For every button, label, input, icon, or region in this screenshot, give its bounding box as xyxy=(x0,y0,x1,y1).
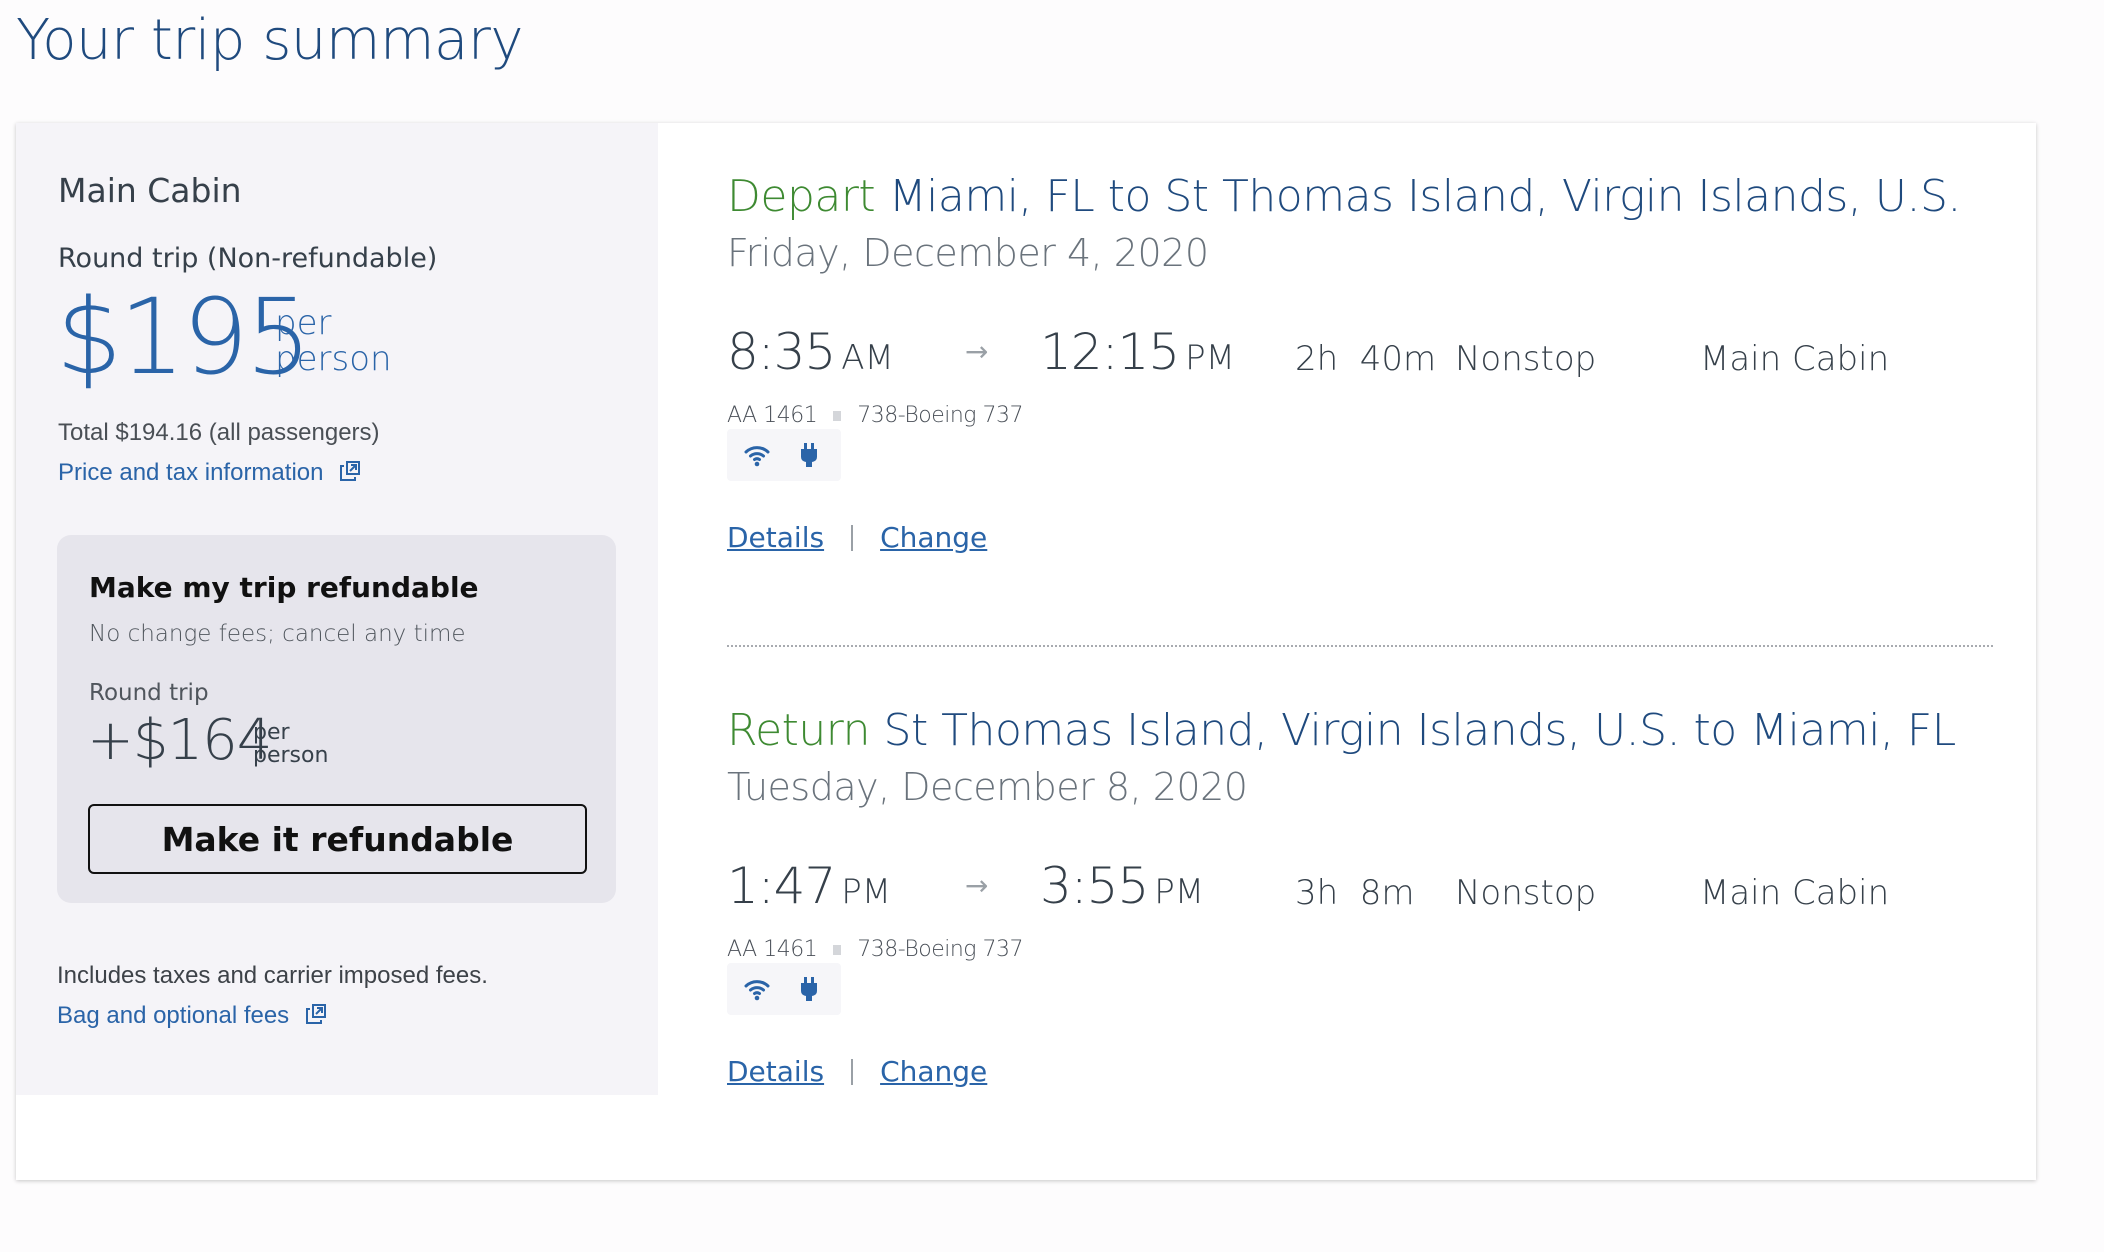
details-link[interactable]: Details xyxy=(727,1055,824,1088)
refundable-unit-per: per xyxy=(253,720,290,745)
price-tax-info-label: Price and tax information xyxy=(58,459,324,486)
wifi-icon xyxy=(744,980,770,1001)
flight-info: AA 1461 738-Boeing 737 xyxy=(727,937,1023,962)
amenities-box xyxy=(727,429,841,481)
external-link-icon xyxy=(305,1004,326,1024)
segment-date: Friday, December 4, 2020 xyxy=(727,231,1209,275)
aircraft-type: 738-Boeing 737 xyxy=(857,403,1023,428)
segment-links: Details Change xyxy=(727,1055,987,1088)
price-unit: per person xyxy=(275,305,392,377)
separator xyxy=(833,945,842,955)
departure-time-value: 1:47 xyxy=(727,857,836,915)
separator xyxy=(833,411,842,421)
segment-heading: Depart Miami, FL to St Thomas Island, Vi… xyxy=(727,171,1961,222)
segment-direction: Return xyxy=(727,705,871,756)
amenities-box xyxy=(727,963,841,1015)
departure-time: 1:47 PM xyxy=(727,857,891,915)
arrow-right-icon: → xyxy=(965,869,989,902)
power-outlet-icon xyxy=(801,443,817,467)
includes-fees-note: Includes taxes and carrier imposed fees. xyxy=(57,962,488,989)
link-separator xyxy=(851,1059,854,1085)
flight-info: AA 1461 738-Boeing 737 xyxy=(727,403,1023,428)
segment-direction: Depart xyxy=(727,171,876,222)
flight-stops: Nonstop xyxy=(1455,873,1597,913)
price-per-person: $195 xyxy=(56,276,312,398)
wifi-icon xyxy=(744,446,770,467)
price-tax-info-link[interactable]: Price and tax information xyxy=(58,459,362,487)
price-unit-per: per xyxy=(275,303,332,343)
arrival-time-value: 12:15 xyxy=(1040,323,1180,381)
flight-cabin: Main Cabin xyxy=(1700,339,1890,379)
refundable-price: +$164 xyxy=(87,708,272,773)
fare-summary-panel: Main Cabin Round trip (Non-refundable) $… xyxy=(16,123,658,1095)
refundable-price-unit: per person xyxy=(253,721,328,767)
refundable-title: Make my trip refundable xyxy=(89,571,479,604)
page-title: Your trip summary xyxy=(16,8,523,73)
arrival-ampm: PM xyxy=(1185,338,1235,378)
link-separator xyxy=(851,525,854,551)
external-link-icon xyxy=(340,461,361,481)
segment-heading: Return St Thomas Island, Virgin Islands,… xyxy=(727,705,1956,756)
change-link[interactable]: Change xyxy=(880,521,987,554)
segment-route: Miami, FL to St Thomas Island, Virgin Is… xyxy=(888,171,1962,222)
make-refundable-button[interactable]: Make it refundable xyxy=(88,804,587,874)
departure-ampm: AM xyxy=(841,338,894,378)
total-price: Total $194.16 (all passengers) xyxy=(58,419,380,446)
fare-type-label: Round trip (Non-refundable) xyxy=(58,243,438,274)
segment-divider xyxy=(727,645,1993,647)
flight-duration: 2h 40m xyxy=(1295,339,1437,379)
arrival-time-value: 3:55 xyxy=(1040,857,1149,915)
details-link[interactable]: Details xyxy=(727,521,824,554)
fare-cabin-label: Main Cabin xyxy=(58,171,242,210)
refundable-trip-type: Round trip xyxy=(89,680,209,706)
refundable-subtitle: No change fees; cancel any time xyxy=(89,621,466,647)
change-link[interactable]: Change xyxy=(880,1055,987,1088)
arrow-right-icon: → xyxy=(965,335,989,368)
flight-number: AA 1461 xyxy=(727,937,818,962)
segment-route: St Thomas Island, Virgin Islands, U.S. t… xyxy=(883,705,1957,756)
bag-fees-link[interactable]: Bag and optional fees xyxy=(57,1002,328,1030)
segment-links: Details Change xyxy=(727,521,987,554)
refundable-upsell-box: Make my trip refundable No change fees; … xyxy=(57,535,616,903)
trip-summary-card: Main Cabin Round trip (Non-refundable) $… xyxy=(16,123,2036,1180)
flight-cabin: Main Cabin xyxy=(1700,873,1890,913)
aircraft-type: 738-Boeing 737 xyxy=(857,937,1023,962)
bag-fees-label: Bag and optional fees xyxy=(57,1002,290,1029)
price-unit-person: person xyxy=(275,339,392,379)
refundable-unit-person: person xyxy=(253,743,329,768)
departure-ampm: PM xyxy=(841,872,892,912)
flight-stops: Nonstop xyxy=(1455,339,1597,379)
arrival-time: 3:55 PM xyxy=(1040,857,1204,915)
flight-number: AA 1461 xyxy=(727,403,818,428)
arrival-time: 12:15 PM xyxy=(1040,323,1235,381)
arrival-ampm: PM xyxy=(1154,872,1205,912)
departure-time-value: 8:35 xyxy=(727,323,836,381)
power-outlet-icon xyxy=(801,977,817,1001)
departure-time: 8:35 AM xyxy=(727,323,894,381)
segment-date: Tuesday, December 8, 2020 xyxy=(727,765,1248,809)
flight-duration: 3h 8m xyxy=(1295,873,1415,913)
